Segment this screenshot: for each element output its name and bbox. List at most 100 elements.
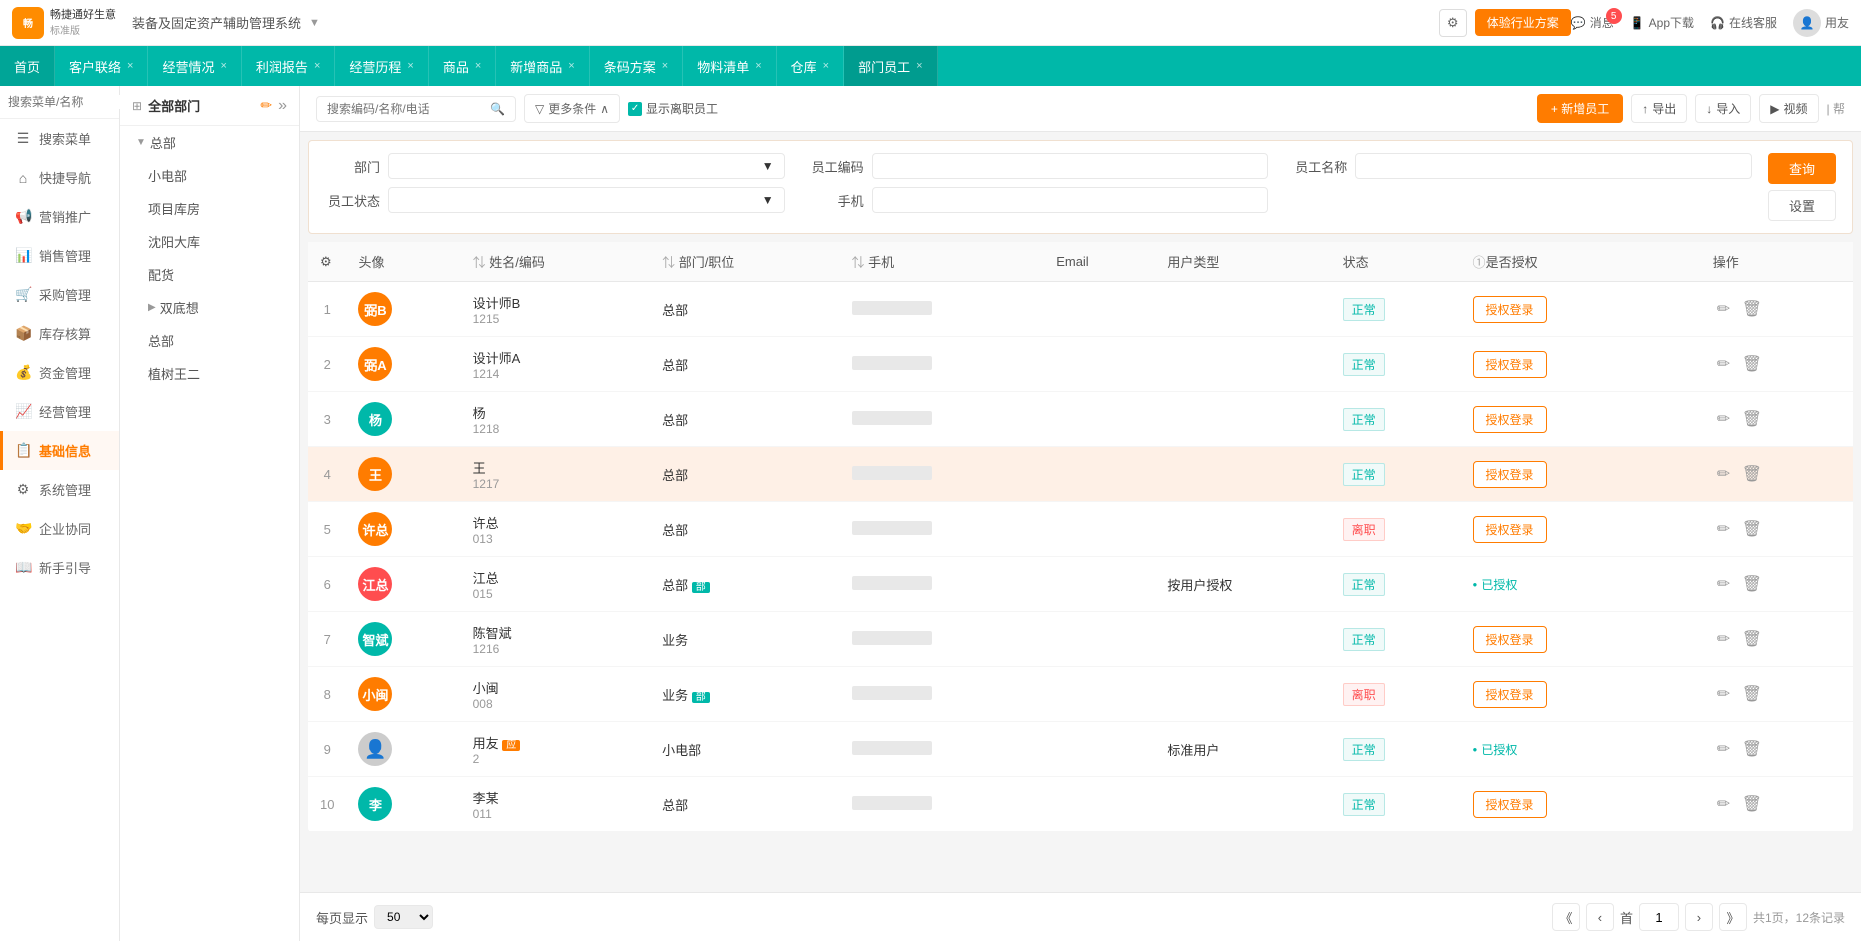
- tab-customer[interactable]: 客户联络 ×: [55, 46, 148, 86]
- dept-item-plant[interactable]: 植树王二: [120, 357, 299, 390]
- close-icon[interactable]: ×: [662, 60, 668, 72]
- delete-button[interactable]: 🗑: [1738, 794, 1766, 815]
- delete-button[interactable]: 🗑: [1738, 739, 1766, 760]
- next-page-button[interactable]: ›: [1685, 903, 1713, 931]
- dept-item-double[interactable]: ▶双底想: [120, 291, 299, 324]
- authorize-button[interactable]: 授权登录: [1473, 461, 1547, 488]
- settings-icon[interactable]: ⚙: [320, 254, 332, 269]
- add-employee-button[interactable]: + 新增员工: [1537, 94, 1623, 123]
- sidebar-item-base[interactable]: 📋 基础信息: [0, 431, 119, 470]
- emp-status-select[interactable]: ▼: [388, 187, 785, 213]
- tab-department[interactable]: 部门员工 ×: [844, 46, 937, 86]
- export-button[interactable]: ↑ 导出: [1631, 94, 1687, 123]
- phone-input[interactable]: [872, 187, 1269, 213]
- dept-item-distribution[interactable]: 配货: [120, 258, 299, 291]
- tab-profit[interactable]: 利润报告 ×: [242, 46, 335, 86]
- delete-button[interactable]: 🗑: [1738, 519, 1766, 540]
- edit-dept-button[interactable]: ✏: [260, 97, 272, 114]
- dept-item-headquarters[interactable]: ▼总部: [120, 126, 299, 159]
- reset-button[interactable]: 设置: [1768, 190, 1836, 221]
- edit-button[interactable]: ✏: [1713, 299, 1734, 320]
- edit-button[interactable]: ✏: [1713, 574, 1734, 595]
- tab-bom[interactable]: 物料清单 ×: [683, 46, 776, 86]
- sidebar-item-inventory[interactable]: 📦 库存核算: [0, 314, 119, 353]
- message-button[interactable]: 💬 消息 5: [1571, 14, 1614, 31]
- authorize-button[interactable]: 授权登录: [1473, 406, 1547, 433]
- edit-button[interactable]: ✏: [1713, 409, 1734, 430]
- sidebar-item-finance[interactable]: 💰 资金管理: [0, 353, 119, 392]
- authorize-button[interactable]: 授权登录: [1473, 626, 1547, 653]
- delete-button[interactable]: 🗑: [1738, 354, 1766, 375]
- tab-operation[interactable]: 经营情况 ×: [148, 46, 241, 86]
- dept-item-small-elec[interactable]: 小电部: [120, 159, 299, 192]
- prev-page-button[interactable]: ‹: [1586, 903, 1614, 931]
- close-icon[interactable]: ×: [475, 60, 481, 72]
- authorize-button[interactable]: 授权登录: [1473, 351, 1547, 378]
- sidebar-item-sales[interactable]: 📊 销售管理: [0, 236, 119, 275]
- tab-barcode[interactable]: 条码方案 ×: [590, 46, 683, 86]
- edit-button[interactable]: ✏: [1713, 684, 1734, 705]
- close-icon[interactable]: ×: [823, 60, 829, 72]
- first-page-button[interactable]: 《: [1552, 903, 1580, 931]
- cell-status: 正常: [1331, 557, 1461, 612]
- query-button[interactable]: 查询: [1768, 153, 1836, 184]
- tab-history[interactable]: 经营历程 ×: [335, 46, 428, 86]
- app-download-button[interactable]: 📱 App下载: [1630, 14, 1694, 31]
- online-service-button[interactable]: 🎧 在线客服: [1710, 14, 1777, 31]
- dept-item-shenyang[interactable]: 沈阳大库: [120, 225, 299, 258]
- tab-goods[interactable]: 商品 ×: [429, 46, 496, 86]
- close-icon[interactable]: ×: [568, 60, 574, 72]
- delete-button[interactable]: 🗑: [1738, 629, 1766, 650]
- more-filter-button[interactable]: ▽ 更多条件 ∧: [524, 94, 620, 123]
- sidebar-item-collab[interactable]: 🤝 企业协同: [0, 509, 119, 548]
- tab-warehouse[interactable]: 仓库 ×: [777, 46, 844, 86]
- edit-button[interactable]: ✏: [1713, 519, 1734, 540]
- sidebar-item-system[interactable]: ⚙ 系统管理: [0, 470, 119, 509]
- dept-select[interactable]: ▼: [388, 153, 785, 179]
- delete-button[interactable]: 🗑: [1738, 299, 1766, 320]
- authorize-button[interactable]: 授权登录: [1473, 681, 1547, 708]
- delete-button[interactable]: 🗑: [1738, 574, 1766, 595]
- delete-button[interactable]: 🗑: [1738, 464, 1766, 485]
- close-icon[interactable]: ×: [916, 60, 922, 72]
- dept-item-project[interactable]: 项目库房: [120, 192, 299, 225]
- authorize-button[interactable]: 授权登录: [1473, 516, 1547, 543]
- authorize-button[interactable]: 授权登录: [1473, 296, 1547, 323]
- sidebar-item-nav[interactable]: ⌂ 快捷导航: [0, 158, 119, 197]
- tab-home[interactable]: 首页: [0, 46, 55, 86]
- close-icon[interactable]: ×: [755, 60, 761, 72]
- delete-button[interactable]: 🗑: [1738, 684, 1766, 705]
- close-icon[interactable]: ×: [407, 60, 413, 72]
- tab-new-goods[interactable]: 新增商品 ×: [496, 46, 589, 86]
- emp-code-input[interactable]: [872, 153, 1269, 179]
- per-page-select[interactable]: 50 100: [374, 905, 433, 929]
- help-button[interactable]: | 帮: [1827, 100, 1845, 117]
- emp-name-input[interactable]: [1355, 153, 1752, 179]
- edit-button[interactable]: ✏: [1713, 464, 1734, 485]
- show-resigned-toggle[interactable]: ✓ 显示离职员工: [628, 100, 718, 117]
- close-icon[interactable]: ×: [127, 60, 133, 72]
- settings-button[interactable]: ⚙: [1439, 9, 1467, 37]
- delete-button[interactable]: 🗑: [1738, 409, 1766, 430]
- sidebar-item-business[interactable]: 📈 经营管理: [0, 392, 119, 431]
- trial-button[interactable]: 体验行业方案: [1475, 9, 1571, 36]
- import-button[interactable]: ↓ 导入: [1695, 94, 1751, 123]
- view-button[interactable]: ▶ 视频: [1759, 94, 1818, 123]
- edit-button[interactable]: ✏: [1713, 354, 1734, 375]
- last-page-button[interactable]: 》: [1719, 903, 1747, 931]
- sidebar-item-guide[interactable]: 📖 新手引导: [0, 548, 119, 587]
- page-number-input[interactable]: [1639, 903, 1679, 931]
- authorize-button[interactable]: 授权登录: [1473, 791, 1547, 818]
- sidebar-item-purchase[interactable]: 🛒 采购管理: [0, 275, 119, 314]
- user-profile-button[interactable]: 👤 用友: [1793, 9, 1849, 37]
- sidebar-item-marketing[interactable]: 📢 营销推广: [0, 197, 119, 236]
- edit-button[interactable]: ✏: [1713, 739, 1734, 760]
- close-icon[interactable]: ×: [220, 60, 226, 72]
- collapse-tree-button[interactable]: »: [278, 97, 287, 115]
- search-input[interactable]: [327, 102, 484, 116]
- edit-button[interactable]: ✏: [1713, 794, 1734, 815]
- dept-item-hq[interactable]: 总部: [120, 324, 299, 357]
- edit-button[interactable]: ✏: [1713, 629, 1734, 650]
- close-icon[interactable]: ×: [314, 60, 320, 72]
- sidebar-item-search[interactable]: ☰ 搜索菜单: [0, 119, 119, 158]
